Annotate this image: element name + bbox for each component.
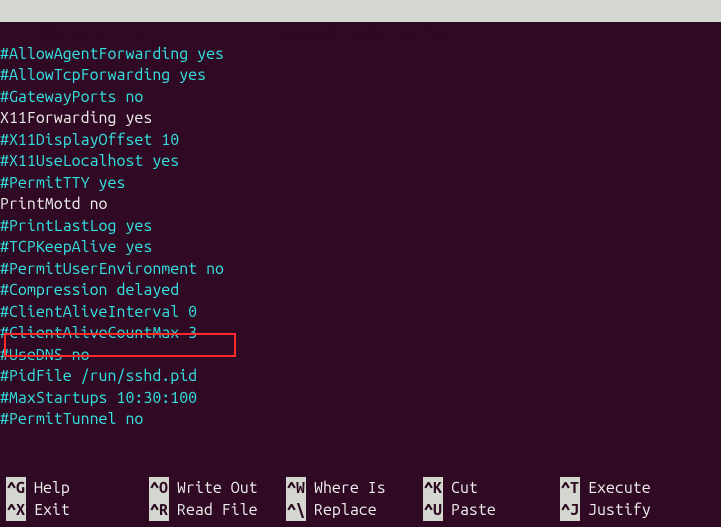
shortcut-key: ^K	[423, 477, 443, 499]
file-line: #AllowTcpForwarding yes	[0, 65, 721, 87]
shortcut-label: Execute	[588, 477, 651, 499]
file-line: #PrintLastLog yes	[0, 216, 721, 238]
shortcut-key: ^\	[286, 499, 306, 521]
file-line: #TCPKeepAlive yes	[0, 237, 721, 259]
file-line: #PidFile /run/sshd.pid	[0, 366, 721, 388]
editor-name-version: GNU nano 6.2	[18, 24, 143, 42]
shortcut-label: Write Out	[177, 477, 258, 499]
shortcut-item[interactable]: ^X Exit	[0, 499, 149, 521]
file-line: X11Forwarding yes	[0, 108, 721, 130]
shortcut-item[interactable]: ^K Cut	[423, 477, 560, 499]
shortcut-key: ^G	[6, 477, 26, 499]
shortcut-row-2: ^X Exit ^R Read File ^\ Replace ^U Paste ^J Justi…	[0, 499, 721, 521]
shortcut-key: ^T	[560, 477, 580, 499]
shortcut-key: ^O	[149, 477, 169, 499]
shortcut-label: Exit	[34, 499, 70, 521]
shortcut-label: Paste	[451, 499, 496, 521]
shortcut-item[interactable]: ^T Execute	[560, 477, 697, 499]
shortcut-item[interactable]: ^\ Replace	[286, 499, 423, 521]
file-line: #ClientAliveCountMax 3	[0, 323, 721, 345]
editor-titlebar: GNU nano 6.2 /etc/ssh/sshd_config	[0, 0, 721, 22]
file-line: PrintMotd no	[0, 194, 721, 216]
shortcut-label: Read File	[177, 499, 258, 521]
editor-filepath: /etc/ssh/sshd_config	[269, 24, 448, 42]
file-line: #GatewayPorts no	[0, 87, 721, 109]
file-content-area[interactable]: #AllowAgentForwarding yes#AllowTcpForwar…	[0, 22, 721, 431]
file-line: #MaxStartups 10:30:100	[0, 388, 721, 410]
shortcut-key: ^X	[6, 499, 26, 521]
titlebar-spacer	[143, 24, 268, 42]
shortcut-key: ^R	[149, 499, 169, 521]
shortcut-label: Where Is	[314, 477, 386, 499]
shortcut-item[interactable]: ^O Write Out	[149, 477, 286, 499]
file-line: #PermitTTY yes	[0, 173, 721, 195]
file-line: #UseDNS no	[0, 345, 721, 367]
file-line: #Compression delayed	[0, 280, 721, 302]
shortcut-item[interactable]: ^J Justify	[560, 499, 697, 521]
file-line: #X11UseLocalhost yes	[0, 151, 721, 173]
shortcut-item[interactable]: ^W Where Is	[286, 477, 423, 499]
shortcut-key: ^W	[286, 477, 306, 499]
file-line: #PermitTunnel no	[0, 409, 721, 431]
shortcut-key: ^U	[423, 499, 443, 521]
shortcut-item[interactable]: ^U Paste	[423, 499, 560, 521]
file-line: #ClientAliveInterval 0	[0, 302, 721, 324]
shortcut-label: Help	[34, 477, 70, 499]
shortcut-label: Justify	[588, 499, 651, 521]
file-line: #X11DisplayOffset 10	[0, 130, 721, 152]
file-line: #PermitUserEnvironment no	[0, 259, 721, 281]
shortcut-key: ^J	[560, 499, 580, 521]
file-line: #AllowAgentForwarding yes	[0, 44, 721, 66]
shortcut-label: Cut	[451, 477, 478, 499]
shortcut-item[interactable]: ^R Read File	[149, 499, 286, 521]
shortcut-item[interactable]: ^G Help	[0, 477, 149, 499]
shortcut-bar: ^G Help ^O Write Out ^W Where Is ^K Cut ^T Execut…	[0, 477, 721, 521]
shortcut-label: Replace	[314, 499, 377, 521]
shortcut-row-1: ^G Help ^O Write Out ^W Where Is ^K Cut ^T Execut…	[0, 477, 721, 499]
